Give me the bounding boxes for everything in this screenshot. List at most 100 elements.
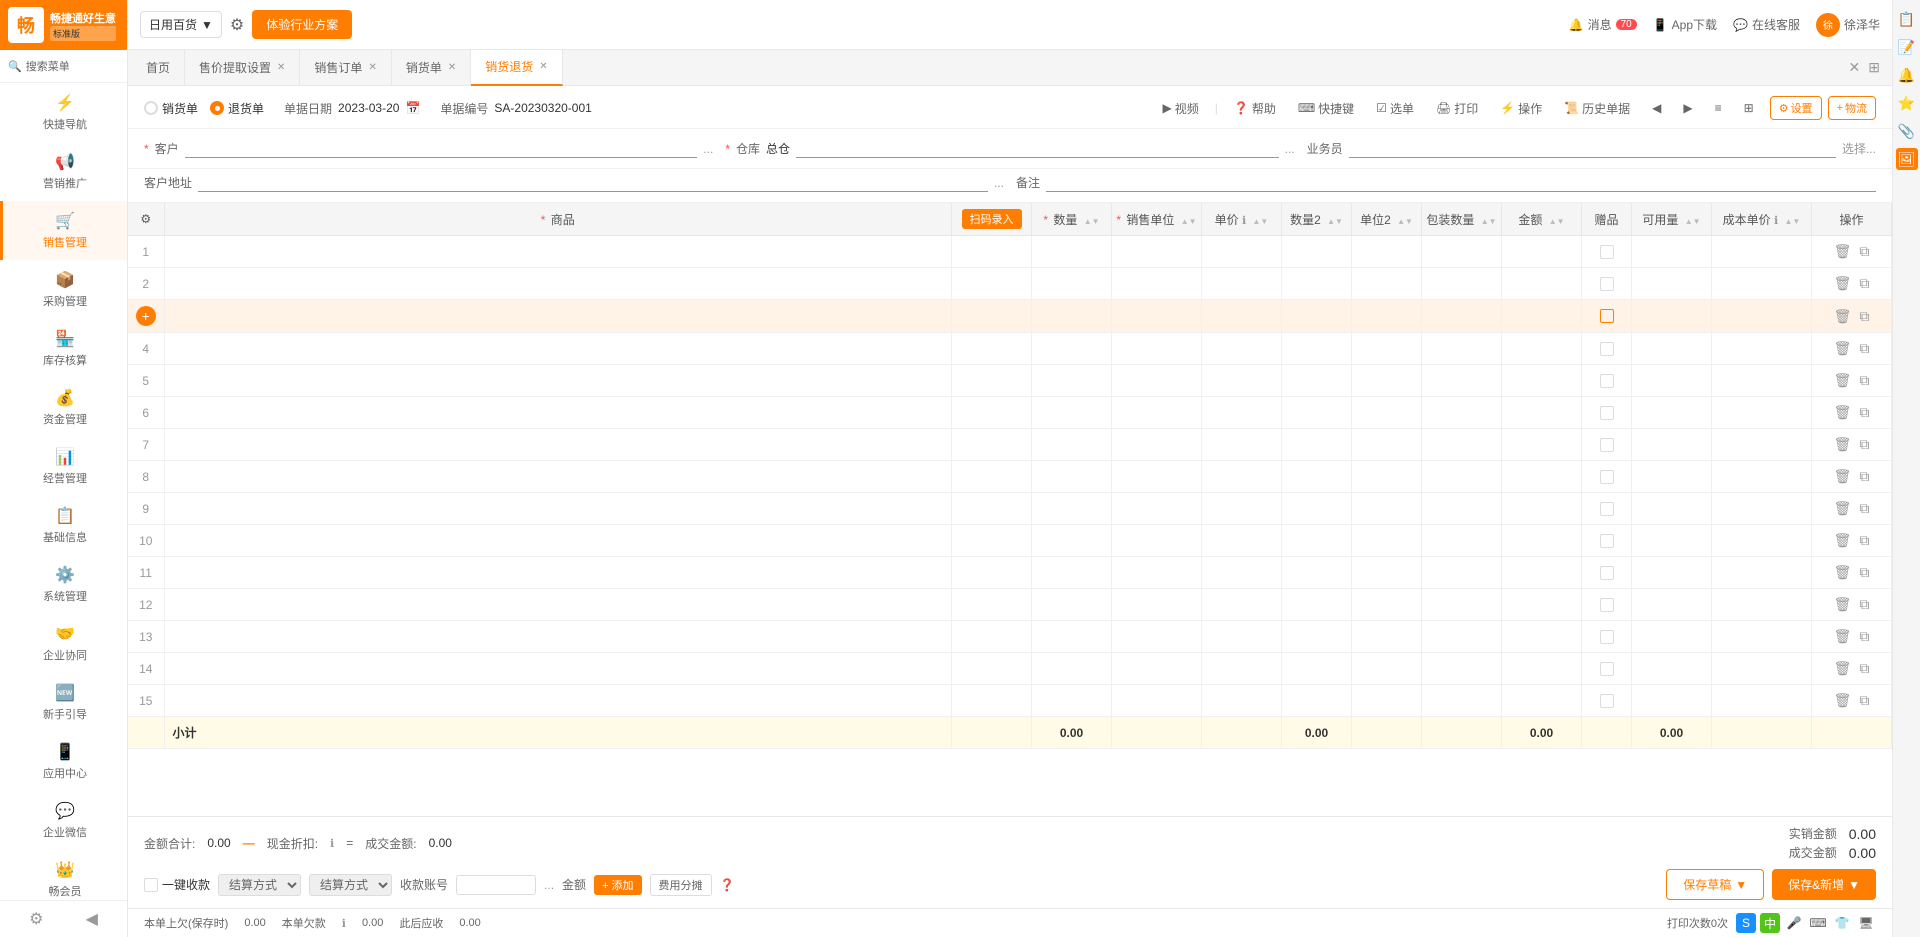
right-panel-btn-3[interactable]: 🔔 bbox=[1896, 64, 1918, 86]
account-select-btn[interactable]: ... bbox=[544, 878, 554, 892]
sidebar-item-marketing[interactable]: 📢 营销推广 bbox=[0, 142, 127, 201]
grid-view-btn[interactable]: ⊞ bbox=[1738, 98, 1760, 118]
unit-price-info-icon[interactable]: ℹ bbox=[1242, 215, 1246, 227]
demo-btn[interactable]: 体验行业方案 bbox=[252, 10, 352, 39]
cost-price-info-icon[interactable]: ℹ bbox=[1774, 215, 1778, 227]
gift-checkbox-11[interactable] bbox=[1600, 566, 1614, 580]
close-all-tabs-btn[interactable]: ✕ bbox=[1849, 59, 1861, 76]
tab-price-setting-close[interactable]: ✕ bbox=[277, 62, 285, 73]
tab-sales-order[interactable]: 销售订单 ✕ bbox=[300, 50, 391, 86]
gift-checkbox-4[interactable] bbox=[1600, 342, 1614, 356]
video-btn[interactable]: ▶ 视频 bbox=[1156, 97, 1204, 120]
radio-return[interactable]: 退货单 bbox=[210, 100, 264, 117]
copy-row-12-btn[interactable]: ⧉ bbox=[1859, 596, 1869, 613]
copy-row-1-btn[interactable]: ⧉ bbox=[1859, 243, 1869, 260]
gift-checkbox-15[interactable] bbox=[1600, 694, 1614, 708]
tab-sales-return[interactable]: 销货退货 ✕ bbox=[471, 50, 562, 86]
print-btn[interactable]: 🖨 打印 bbox=[1430, 97, 1484, 120]
sidebar-item-system[interactable]: ⚙️ 系统管理 bbox=[0, 555, 127, 614]
scan-input-btn[interactable]: 扫码录入 bbox=[962, 209, 1022, 229]
delete-row-2-btn[interactable]: 🗑 bbox=[1834, 275, 1852, 292]
delete-row-11-btn[interactable]: 🗑 bbox=[1834, 564, 1852, 581]
tab-sales-order-close[interactable]: ✕ bbox=[368, 62, 376, 73]
notification-btn[interactable]: 🔔 消息 70 bbox=[1569, 16, 1637, 33]
operation-btn[interactable]: ⚡ 操作 bbox=[1494, 97, 1548, 120]
logistics-side-btn[interactable]: + 物流 bbox=[1828, 96, 1876, 120]
right-panel-btn-2[interactable]: 📝 bbox=[1896, 36, 1918, 58]
note-input[interactable] bbox=[1046, 173, 1876, 192]
save-draft-btn[interactable]: 保存草稿 ▼ bbox=[1666, 869, 1764, 900]
delete-row-14-btn[interactable]: 🗑 bbox=[1834, 660, 1852, 677]
cash-discount-info-icon[interactable]: ℹ bbox=[330, 837, 334, 850]
delete-row-9-btn[interactable]: 🗑 bbox=[1834, 500, 1852, 517]
sidebar-collapse-btn[interactable]: ◀ bbox=[86, 909, 98, 929]
gift-checkbox-13[interactable] bbox=[1600, 630, 1614, 644]
status-icon-3[interactable]: 🎤 bbox=[1784, 913, 1804, 933]
product-input-active[interactable] bbox=[169, 309, 948, 324]
right-panel-btn-6[interactable]: 🖼 bbox=[1896, 148, 1918, 170]
tab-home[interactable]: 首页 bbox=[132, 50, 185, 86]
gift-checkbox-9[interactable] bbox=[1600, 502, 1614, 516]
add-row-btn[interactable]: + bbox=[136, 306, 156, 326]
search-menu-item[interactable]: 🔍 搜索菜单 bbox=[0, 50, 127, 83]
staff-select-btn[interactable]: 选择... bbox=[1842, 140, 1876, 157]
copy-row-14-btn[interactable]: ⧉ bbox=[1859, 660, 1869, 677]
settlement-method-select[interactable]: 结算方式 bbox=[218, 874, 301, 896]
right-panel-btn-1[interactable]: 📋 bbox=[1896, 8, 1918, 30]
select-btn[interactable]: ☑ 选单 bbox=[1370, 97, 1420, 120]
tab-sales-shipment-close[interactable]: ✕ bbox=[448, 62, 456, 73]
one-key-payment-check[interactable]: 一键收款 bbox=[144, 876, 210, 893]
calendar-icon[interactable]: 📅 bbox=[405, 101, 420, 115]
history-btn[interactable]: 📜 历史单据 bbox=[1558, 97, 1636, 120]
fee-split-btn[interactable]: 费用分摊 bbox=[650, 874, 712, 896]
copy-row-2-btn[interactable]: ⧉ bbox=[1859, 275, 1869, 292]
online-service-btn[interactable]: 💬 在线客服 bbox=[1733, 16, 1800, 33]
status-icon-2[interactable]: 中 bbox=[1760, 913, 1780, 933]
sidebar-settings-btn[interactable]: ⚙ bbox=[29, 909, 43, 929]
warehouse-select-btn[interactable]: ... bbox=[1285, 142, 1295, 156]
copy-row-8-btn[interactable]: ⧉ bbox=[1859, 468, 1869, 485]
delete-row-12-btn[interactable]: 🗑 bbox=[1834, 596, 1852, 613]
gift-checkbox-12[interactable] bbox=[1600, 598, 1614, 612]
list-view-btn[interactable]: ≡ bbox=[1709, 98, 1728, 118]
delete-row-4-btn[interactable]: 🗑 bbox=[1834, 340, 1852, 357]
save-new-btn[interactable]: 保存&新增 ▼ bbox=[1772, 869, 1876, 900]
sidebar-item-inventory[interactable]: 🏪 库存核算 bbox=[0, 319, 127, 378]
col-settings[interactable]: ⚙ bbox=[128, 203, 164, 236]
help-btn[interactable]: ❓ 帮助 bbox=[1228, 97, 1282, 120]
add-payment-btn[interactable]: + 添加 bbox=[594, 875, 641, 895]
copy-row-10-btn[interactable]: ⧉ bbox=[1859, 532, 1869, 549]
sidebar-item-newguide[interactable]: 🆕 新手引导 bbox=[0, 673, 127, 732]
gift-checkbox-8[interactable] bbox=[1600, 470, 1614, 484]
sidebar-item-appstore[interactable]: 📱 应用中心 bbox=[0, 732, 127, 791]
gift-checkbox-5[interactable] bbox=[1600, 374, 1614, 388]
settings-side-btn[interactable]: ⚙ 设置 bbox=[1770, 96, 1822, 120]
gift-checkbox-14[interactable] bbox=[1600, 662, 1614, 676]
sidebar-item-wechat[interactable]: 💬 企业微信 bbox=[0, 791, 127, 850]
radio-shipment[interactable]: 销货单 bbox=[144, 100, 198, 117]
delete-row-15-btn[interactable]: 🗑 bbox=[1834, 692, 1852, 709]
one-key-payment-checkbox[interactable] bbox=[144, 878, 158, 892]
sidebar-item-finance[interactable]: 💰 资金管理 bbox=[0, 378, 127, 437]
delete-row-7-btn[interactable]: 🗑 bbox=[1834, 436, 1852, 453]
sidebar-item-purchase[interactable]: 📦 采购管理 bbox=[0, 260, 127, 319]
sidebar-item-enterprise[interactable]: 🤝 企业协同 bbox=[0, 614, 127, 673]
topbar-gear-icon[interactable]: ⚙ bbox=[230, 15, 244, 35]
status-icon-1[interactable]: S bbox=[1736, 913, 1756, 933]
this-order-debit-info[interactable]: ℹ bbox=[342, 917, 346, 930]
delete-row-6-btn[interactable]: 🗑 bbox=[1834, 404, 1852, 421]
tabs-menu-btn[interactable]: ⊞ bbox=[1868, 59, 1880, 76]
copy-row-11-btn[interactable]: ⧉ bbox=[1859, 564, 1869, 581]
delete-row-13-btn[interactable]: 🗑 bbox=[1834, 628, 1852, 645]
delete-row-1-btn[interactable]: 🗑 bbox=[1834, 243, 1852, 260]
customer-input[interactable] bbox=[185, 139, 698, 158]
status-icon-5[interactable]: 👕 bbox=[1832, 913, 1852, 933]
user-menu[interactable]: 徐 徐泽华 bbox=[1816, 13, 1880, 37]
delete-row-3-btn[interactable]: 🗑 bbox=[1834, 308, 1852, 325]
next-btn[interactable]: ▶ bbox=[1677, 98, 1698, 118]
warehouse-input[interactable] bbox=[796, 139, 1279, 158]
tab-price-setting[interactable]: 售价提取设置 ✕ bbox=[185, 50, 300, 86]
copy-row-6-btn[interactable]: ⧉ bbox=[1859, 404, 1869, 421]
copy-row-15-btn[interactable]: ⧉ bbox=[1859, 692, 1869, 709]
gift-checkbox-7[interactable] bbox=[1600, 438, 1614, 452]
